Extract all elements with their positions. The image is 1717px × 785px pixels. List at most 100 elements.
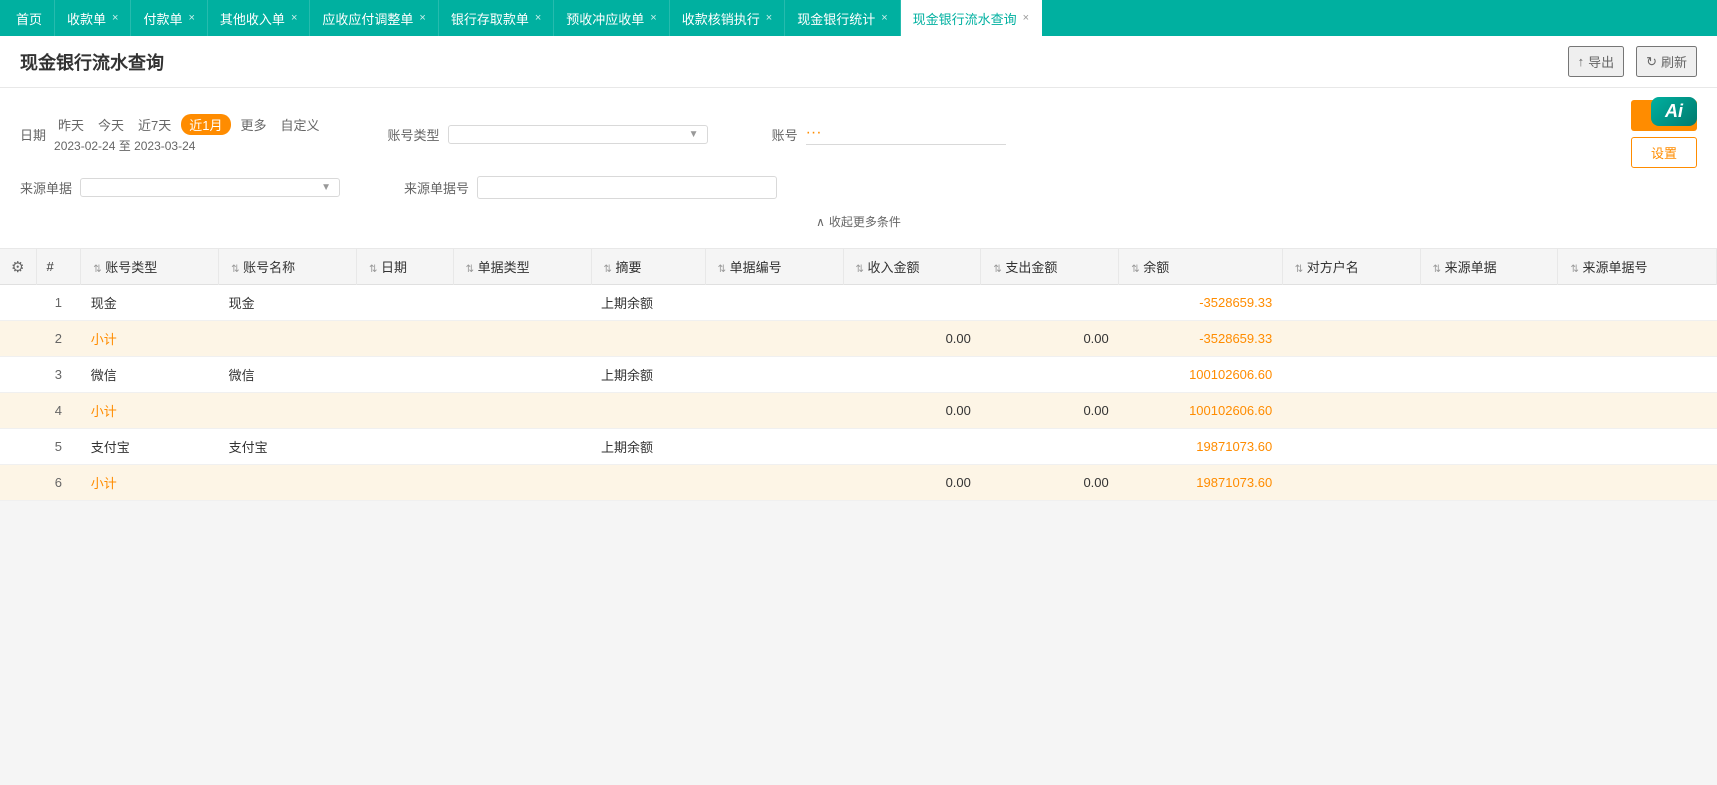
th-source-doc-no[interactable]: ⇅ 来源单据号	[1558, 249, 1717, 285]
table-row[interactable]: 6小计0.000.0019871073.60	[0, 465, 1717, 501]
account-type-select[interactable]: ▼	[448, 125, 708, 144]
row-expense	[981, 429, 1119, 465]
nav-tab-ar-ap-adjust[interactable]: 应收应付调整单 ×	[310, 0, 438, 36]
th-summary-sort-icon: ⇅	[604, 264, 612, 275]
row-expense: 0.00	[981, 465, 1119, 501]
th-balance[interactable]: ⇅ 余额	[1119, 249, 1282, 285]
th-account-type[interactable]: ⇅ 账号类型	[81, 249, 219, 285]
data-table: ⚙ # ⇅ 账号类型 ⇅ 账号名称 ⇅ 日期 ⇅ 单据类型 ⇅ 摘要 ⇅ 单据编…	[0, 249, 1717, 501]
nav-advance-offset-label: 预收冲应收单	[566, 9, 644, 28]
th-source-doc[interactable]: ⇅ 来源单据	[1420, 249, 1558, 285]
row-expense: 0.00	[981, 321, 1119, 357]
nav-tab-advance-offset[interactable]: 预收冲应收单 ×	[554, 0, 669, 36]
source-doc-select[interactable]: ▼	[80, 178, 340, 197]
nav-tab-other-income[interactable]: 其他收入单 ×	[208, 0, 310, 36]
th-doc-no[interactable]: ⇅ 单据编号	[705, 249, 843, 285]
row-summary	[591, 321, 705, 357]
th-doc-type[interactable]: ⇅ 单据类型	[453, 249, 591, 285]
row-source-doc	[1420, 393, 1558, 429]
close-cash-flow-icon[interactable]: ×	[1023, 12, 1029, 24]
collapse-bar[interactable]: ∧ 收起更多条件	[20, 207, 1697, 236]
row-account-type: 小计	[81, 465, 219, 501]
filter-row-2: 来源单据 ▼ 来源单据号	[20, 176, 1697, 199]
close-receipt-icon[interactable]: ×	[112, 12, 118, 24]
nav-tab-receipt[interactable]: 收款单 ×	[55, 0, 131, 36]
shortcut-1month[interactable]: 近1月	[181, 114, 230, 135]
table-row[interactable]: 2小计0.000.00-3528659.33	[0, 321, 1717, 357]
nav-tab-home[interactable]: 首页	[4, 0, 55, 36]
nav-tab-cash-stat[interactable]: 现金银行统计 ×	[785, 0, 900, 36]
row-date	[356, 357, 453, 393]
nav-cash-flow-label: 现金银行流水查询	[913, 9, 1017, 28]
row-date	[356, 285, 453, 321]
close-advance-offset-icon[interactable]: ×	[650, 12, 656, 24]
nav-tab-bank-deposit[interactable]: 银行存取款单 ×	[439, 0, 554, 36]
row-index: 5	[36, 429, 81, 465]
gear-icon[interactable]: ⚙	[11, 259, 24, 276]
shortcut-custom[interactable]: 自定义	[277, 114, 324, 135]
row-doc-type	[453, 285, 591, 321]
nav-home-label: 首页	[16, 9, 42, 28]
row-income	[843, 357, 981, 393]
source-doc-no-input[interactable]	[477, 176, 777, 199]
th-date-sort-icon: ⇅	[369, 264, 377, 275]
shortcut-yesterday[interactable]: 昨天	[54, 114, 88, 135]
nav-tab-cash-flow[interactable]: 现金银行流水查询 ×	[901, 0, 1042, 36]
th-date[interactable]: ⇅ 日期	[356, 249, 453, 285]
row-balance: 19871073.60	[1119, 465, 1282, 501]
row-balance: 100102606.60	[1119, 357, 1282, 393]
close-ar-ap-adjust-icon[interactable]: ×	[419, 12, 425, 24]
close-cash-stat-icon[interactable]: ×	[881, 12, 887, 24]
account-label: 账号	[772, 125, 798, 144]
shortcut-today[interactable]: 今天	[94, 114, 128, 135]
th-doc-no-sort-icon: ⇅	[718, 264, 726, 275]
export-icon: ↑	[1578, 54, 1585, 69]
th-account-name[interactable]: ⇅ 账号名称	[219, 249, 357, 285]
date-range-display: 2023-02-24 至 2023-03-24	[54, 137, 324, 154]
table-row[interactable]: 1现金现金上期余额-3528659.33	[0, 285, 1717, 321]
source-doc-dropdown-icon: ▼	[321, 182, 331, 193]
th-expense-sort-icon: ⇅	[993, 264, 1001, 275]
refresh-icon: ↻	[1646, 54, 1657, 70]
nav-tab-receipt-verify[interactable]: 收款核销执行 ×	[670, 0, 785, 36]
shortcut-7days[interactable]: 近7天	[134, 114, 175, 135]
refresh-label: 刷新	[1661, 52, 1687, 71]
th-expense[interactable]: ⇅ 支出金额	[981, 249, 1119, 285]
row-doc-type	[453, 357, 591, 393]
table-row[interactable]: 4小计0.000.00100102606.60	[0, 393, 1717, 429]
shortcut-more[interactable]: 更多	[237, 114, 271, 135]
row-income: 0.00	[843, 321, 981, 357]
row-expense	[981, 357, 1119, 393]
th-balance-sort-icon: ⇅	[1131, 264, 1139, 275]
row-doc-type	[453, 465, 591, 501]
row-source-doc	[1420, 429, 1558, 465]
source-doc-no-label: 来源单据号	[404, 178, 469, 197]
close-receipt-verify-icon[interactable]: ×	[766, 12, 772, 24]
nav-ar-ap-adjust-label: 应收应付调整单	[322, 9, 413, 28]
refresh-button[interactable]: ↻ 刷新	[1636, 46, 1697, 77]
table-row[interactable]: 5支付宝支付宝上期余额19871073.60	[0, 429, 1717, 465]
ai-badge[interactable]: Ai	[1651, 97, 1697, 126]
th-income[interactable]: ⇅ 收入金额	[843, 249, 981, 285]
th-index: #	[36, 249, 81, 285]
row-source-doc	[1420, 285, 1558, 321]
setting-button[interactable]: 设置	[1631, 137, 1697, 168]
th-counterpart[interactable]: ⇅ 对方户名	[1282, 249, 1420, 285]
date-filter-label: 日期	[20, 125, 46, 144]
nav-tab-payment[interactable]: 付款单 ×	[131, 0, 207, 36]
table-header: ⚙ # ⇅ 账号类型 ⇅ 账号名称 ⇅ 日期 ⇅ 单据类型 ⇅ 摘要 ⇅ 单据编…	[0, 249, 1717, 285]
row-source-doc	[1420, 465, 1558, 501]
th-summary[interactable]: ⇅ 摘要	[591, 249, 705, 285]
th-income-sort-icon: ⇅	[856, 264, 864, 275]
account-dots-icon[interactable]: ···	[806, 124, 822, 142]
row-account-name	[219, 465, 357, 501]
row-expense	[981, 285, 1119, 321]
row-index: 2	[36, 321, 81, 357]
table-row[interactable]: 3微信微信上期余额100102606.60	[0, 357, 1717, 393]
close-payment-icon[interactable]: ×	[188, 12, 194, 24]
row-account-name: 支付宝	[219, 429, 357, 465]
close-other-income-icon[interactable]: ×	[291, 12, 297, 24]
export-button[interactable]: ↑ 导出	[1568, 46, 1625, 77]
row-account-type: 小计	[81, 321, 219, 357]
close-bank-deposit-icon[interactable]: ×	[535, 12, 541, 24]
